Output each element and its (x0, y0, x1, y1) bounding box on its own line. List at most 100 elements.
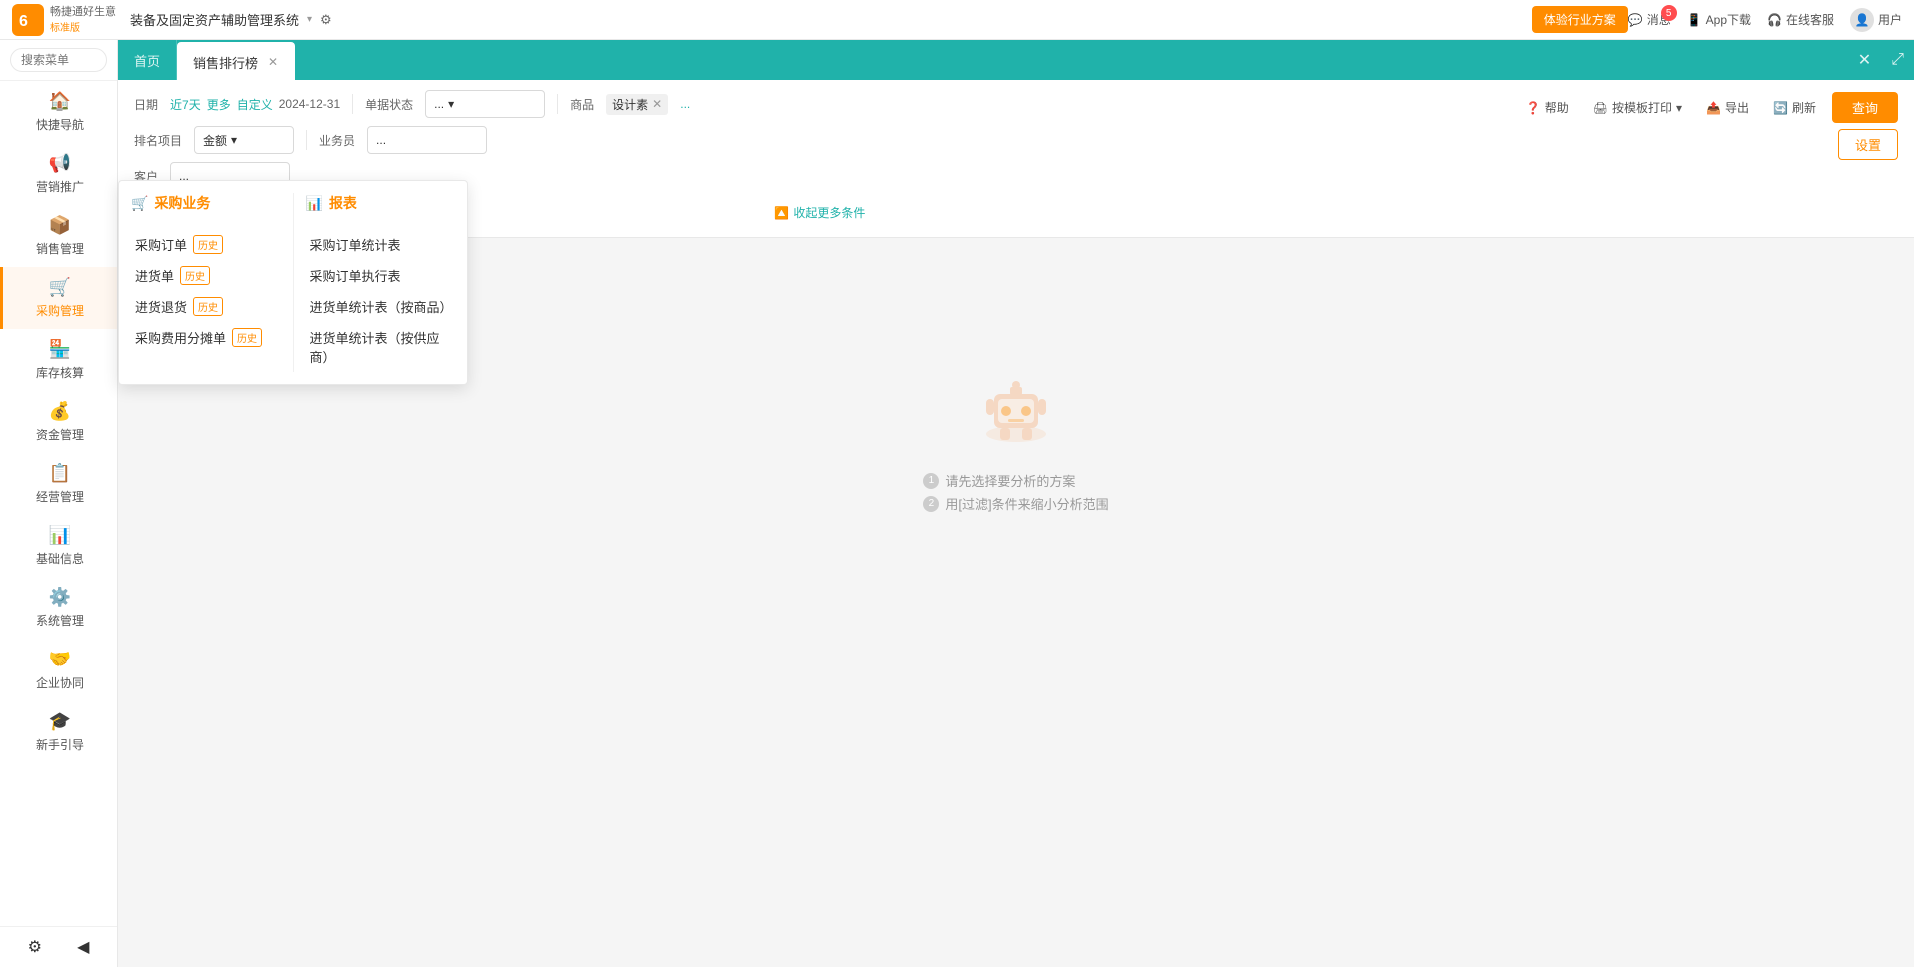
sidebar-item-purchase[interactable]: 🛒 采购管理 (0, 267, 117, 329)
popup-item-inbound-supplier[interactable]: 进货单统计表（按供应商） (306, 322, 456, 372)
cooperation-icon: 🤝 (49, 649, 71, 670)
tab-home[interactable]: 首页 (118, 40, 177, 80)
logo-title: 畅捷通好生意 (50, 5, 116, 19)
export-button[interactable]: 📤 导出 (1698, 95, 1757, 120)
app-download-button[interactable]: 📱 App下载 (1687, 11, 1751, 28)
collapse-sidebar-icon[interactable]: ◀ (77, 937, 89, 957)
export-label: 导出 (1725, 99, 1749, 116)
top-header: 6 畅捷通好生意 标准版 装备及固定资产辅助管理系统 ▾ ⚙ 体验行业方案 💬 … (0, 0, 1914, 40)
online-service-button[interactable]: 🎧 在线客服 (1767, 11, 1834, 28)
filter-row-2: 排名项目 金额 ▾ 业务员 ... (134, 126, 1506, 154)
tab-expand-icon[interactable]: ⤢ (1881, 51, 1914, 69)
sidebar-item-finance[interactable]: 💰 资金管理 (0, 391, 117, 453)
report-col-icon: 📊 (306, 195, 323, 212)
sidebar-item-quick[interactable]: 🏠 快捷导航 (0, 81, 117, 143)
tab-close-window-icon[interactable]: ✕ (1848, 50, 1881, 70)
headset-icon: 🎧 (1767, 13, 1782, 27)
search-input[interactable] (10, 48, 107, 72)
goods-tag: 设计素 ✕ (606, 94, 668, 115)
popup-item-purchase-order[interactable]: 采购订单 历史 (131, 229, 281, 260)
goods-more[interactable]: ... (680, 97, 690, 111)
settings-bottom-icon[interactable]: ⚙ (28, 937, 42, 957)
staff-select[interactable]: ... (367, 126, 487, 154)
refresh-button[interactable]: 🔄 刷新 (1765, 95, 1824, 120)
tab-close-icon[interactable]: ✕ (268, 55, 278, 69)
sidebar-item-cooperation[interactable]: 🤝 企业协同 (0, 639, 117, 701)
operation-icon: 📋 (49, 463, 71, 484)
popup-item-inbound-goods[interactable]: 进货单统计表（按商品） (306, 291, 456, 322)
collapse-label: 收起更多条件 (793, 204, 865, 221)
marketing-icon: 📢 (49, 153, 71, 174)
goods-filter-label: 商品 (570, 96, 594, 113)
rank-select[interactable]: 金额 ▾ (194, 126, 294, 154)
sales-icon: 📦 (49, 215, 71, 236)
tab-home-label: 首页 (134, 51, 160, 70)
sidebar-item-guide[interactable]: 🎓 新手引导 (0, 701, 117, 763)
sidebar-item-sales[interactable]: 📦 销售管理 (0, 205, 117, 267)
tab-sales-rank[interactable]: 销售排行榜 ✕ (177, 42, 295, 82)
sidebar-item-operation[interactable]: 📋 经营管理 (0, 453, 117, 515)
date-link-7days[interactable]: 近7天 (170, 96, 201, 113)
help-label: 帮助 (1545, 99, 1569, 116)
help-icon: ❓ (1526, 101, 1541, 115)
rank-value: 金额 (203, 132, 227, 149)
online-service-label: 在线客服 (1786, 11, 1834, 28)
print-icon: 🖨 (1593, 101, 1608, 115)
tip-dot-2: 2 (923, 496, 939, 512)
system-title: 装备及固定资产辅助管理系统 ▾ ⚙ (130, 10, 1532, 29)
sidebar-item-basic[interactable]: 📊 基础信息 (0, 515, 117, 577)
system-dropdown-arrow[interactable]: ▾ (307, 14, 312, 25)
history-badge: 历史 (180, 266, 210, 285)
message-button[interactable]: 💬 消息 5 (1628, 11, 1671, 28)
home-icon: 🏠 (49, 91, 71, 112)
goods-tag-close[interactable]: ✕ (652, 97, 662, 111)
export-icon: 📤 (1706, 101, 1721, 115)
sidebar-item-system[interactable]: ⚙️ 系统管理 (0, 577, 117, 639)
sidebar-search-area (0, 40, 117, 81)
popup-item-return[interactable]: 进货退货 历史 (131, 291, 281, 322)
sidebar-item-inventory[interactable]: 🏪 库存核算 (0, 329, 117, 391)
popup-item-expense[interactable]: 采购费用分摊单 历史 (131, 322, 281, 353)
message-icon: 💬 (1628, 13, 1643, 27)
divider-2 (557, 94, 558, 114)
settings-button[interactable]: 设置 (1838, 129, 1898, 160)
message-badge: 5 (1661, 5, 1677, 21)
tab-sales-rank-label: 销售排行榜 (193, 53, 258, 72)
rank-arrow: ▾ (231, 133, 237, 147)
sidebar: 🏠 快捷导航 📢 营销推广 📦 销售管理 🛒 采购管理 🏪 库存核算 💰 资金管… (0, 40, 118, 967)
date-filter-label: 日期 (134, 96, 158, 113)
staff-placeholder: ... (376, 133, 386, 147)
sidebar-item-label: 快捷导航 (36, 116, 84, 133)
trial-button[interactable]: 体验行业方案 (1532, 6, 1628, 33)
popup-item-order-stats[interactable]: 采购订单统计表 (306, 229, 456, 260)
divider-1 (352, 94, 353, 114)
query-button[interactable]: 查询 (1832, 92, 1898, 123)
finance-icon: 💰 (49, 401, 71, 422)
status-placeholder: ... (434, 97, 444, 111)
sidebar-item-label: 企业协同 (36, 674, 84, 691)
app-download-label: App下载 (1706, 11, 1751, 28)
gear-icon[interactable]: ⚙ (320, 12, 332, 28)
popup-item-order-exec[interactable]: 采购订单执行表 (306, 260, 456, 291)
sidebar-item-label: 资金管理 (36, 426, 84, 443)
system-icon: ⚙️ (49, 587, 71, 608)
sidebar-item-label: 库存核算 (36, 364, 84, 381)
history-badge: 历史 (193, 235, 223, 254)
system-name: 装备及固定资产辅助管理系统 (130, 10, 299, 29)
sidebar-item-label: 系统管理 (36, 612, 84, 629)
date-link-more[interactable]: 更多 (207, 96, 231, 113)
purchase-icon: 🛒 (49, 277, 71, 298)
status-select[interactable]: ... ▾ (425, 90, 545, 118)
help-button[interactable]: ❓ 帮助 (1518, 95, 1577, 120)
popup-item-inbound[interactable]: 进货单 历史 (131, 260, 281, 291)
date-link-custom[interactable]: 自定义 (237, 96, 273, 113)
user-avatar: 👤 (1850, 8, 1874, 32)
print-button[interactable]: 🖨 按模板打印 ▾ (1585, 95, 1690, 120)
history-badge: 历史 (193, 297, 223, 316)
user-button[interactable]: 👤 用户 (1850, 8, 1902, 32)
rank-filter-label: 排名项目 (134, 132, 182, 149)
tip-dot-1: 1 (923, 473, 939, 489)
svg-text:6: 6 (19, 13, 28, 30)
sidebar-item-marketing[interactable]: 📢 营销推广 (0, 143, 117, 205)
sidebar-bottom: ⚙ ◀ (0, 926, 117, 967)
